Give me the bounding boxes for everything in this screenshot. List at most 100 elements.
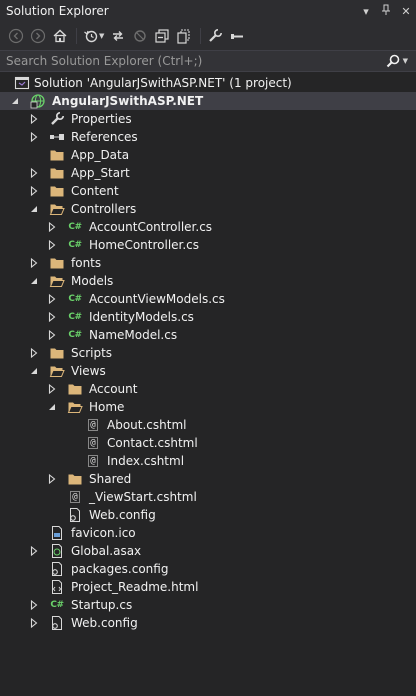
tree-item-label: favicon.ico [71, 526, 136, 540]
search-options-dropdown-icon[interactable]: ▼ [403, 57, 408, 65]
tree-item-accountviewmodels-cs[interactable]: C# AccountViewModels.cs [0, 290, 416, 308]
refresh-icon[interactable] [130, 26, 150, 46]
project-label: AngularJSwithASP.NET [52, 94, 204, 108]
preview-icon[interactable] [227, 26, 247, 46]
collapsed-arrow-icon[interactable] [47, 218, 57, 236]
tree-item-label: _ViewStart.cshtml [89, 490, 197, 504]
collapsed-arrow-icon[interactable] [29, 542, 39, 560]
collapsed-arrow-icon[interactable] [47, 290, 57, 308]
expanded-arrow-icon[interactable] [29, 272, 39, 290]
tree-item-favicon-ico[interactable]: favicon.ico [0, 524, 416, 542]
collapsed-arrow-icon[interactable] [29, 128, 39, 146]
folder-icon [49, 183, 65, 199]
tree-item-account[interactable]: Account [0, 380, 416, 398]
tree-item-label: AccountViewModels.cs [89, 292, 225, 306]
tree-item-label: Project_Readme.html [71, 580, 199, 594]
solution-node[interactable]: Solution 'AngularJSwithASP.NET' (1 proje… [0, 74, 416, 92]
tree-item-label: Shared [89, 472, 132, 486]
tree-item-global-asax[interactable]: Global.asax [0, 542, 416, 560]
tree-item-index-cshtml[interactable]: @ Index.cshtml [0, 452, 416, 470]
tree-item-label: Web.config [89, 508, 156, 522]
properties-icon[interactable] [205, 26, 225, 46]
folder-open-icon [49, 273, 65, 289]
tree-item-models[interactable]: Models [0, 272, 416, 290]
tree-item-label: Web.config [71, 616, 138, 630]
search-icon [386, 54, 399, 68]
expanded-arrow-icon[interactable] [29, 200, 39, 218]
project-node[interactable]: AngularJSwithASP.NET [0, 92, 416, 110]
collapsed-arrow-icon[interactable] [29, 344, 39, 362]
tree-item-homecontroller-cs[interactable]: C# HomeController.cs [0, 236, 416, 254]
collapsed-arrow-icon[interactable] [47, 308, 57, 326]
tree-item-label: Home [89, 400, 125, 414]
collapsed-arrow-icon[interactable] [29, 254, 39, 272]
sync-icon[interactable] [108, 26, 128, 46]
tree-item-references[interactable]: References [0, 128, 416, 146]
tree-item-label: packages.config [71, 562, 169, 576]
folder-open-icon [49, 363, 65, 379]
expanded-arrow-icon[interactable] [10, 92, 20, 110]
tree-item-shared[interactable]: Shared [0, 470, 416, 488]
solution-explorer-panel: Solution Explorer ▾ ✕ ▼ Search Solution … [0, 0, 416, 696]
window-position-dropdown-icon[interactable]: ▾ [360, 5, 372, 18]
tree-item-label: fonts [71, 256, 102, 270]
search-button[interactable]: ▼ [386, 54, 408, 68]
folder-open-icon [49, 201, 65, 217]
tree-item-viewstart-cshtml[interactable]: @ _ViewStart.cshtml [0, 488, 416, 506]
tree-item-contact-cshtml[interactable]: @ Contact.cshtml [0, 434, 416, 452]
collapsed-arrow-icon[interactable] [29, 110, 39, 128]
tree-item-packages-config[interactable]: packages.config [0, 560, 416, 578]
collapsed-arrow-icon[interactable] [29, 596, 39, 614]
tree-item-properties[interactable]: Properties [0, 110, 416, 128]
tree-item-project-readme-html[interactable]: Project_Readme.html [0, 578, 416, 596]
csharp-icon: C# [50, 600, 64, 610]
tree-item-namemodel-cs[interactable]: C# NameModel.cs [0, 326, 416, 344]
collapsed-arrow-icon[interactable] [29, 182, 39, 200]
tree-item-label: Controllers [71, 202, 137, 216]
tree-item-accountcontroller-cs[interactable]: C# AccountController.cs [0, 218, 416, 236]
back-icon[interactable] [6, 26, 26, 46]
collapse-all-icon[interactable] [152, 26, 172, 46]
close-icon[interactable]: ✕ [400, 5, 412, 18]
history-icon[interactable] [81, 26, 101, 46]
tree-item-about-cshtml[interactable]: @ About.cshtml [0, 416, 416, 434]
tree-item-label: App_Data [71, 148, 130, 162]
collapsed-arrow-icon[interactable] [47, 470, 57, 488]
collapsed-arrow-icon[interactable] [29, 164, 39, 182]
config-icon [49, 615, 65, 631]
tree-item-app-start[interactable]: App_Start [0, 164, 416, 182]
tree-item-controllers[interactable]: Controllers [0, 200, 416, 218]
collapsed-arrow-icon[interactable] [29, 614, 39, 632]
home-icon[interactable] [50, 26, 70, 46]
collapsed-arrow-icon[interactable] [47, 236, 57, 254]
forward-icon[interactable] [28, 26, 48, 46]
collapsed-arrow-icon[interactable] [47, 326, 57, 344]
auto-hide-pin-icon[interactable] [380, 4, 392, 19]
tree-item-home[interactable]: Home [0, 398, 416, 416]
tree-item-content[interactable]: Content [0, 182, 416, 200]
tree-item-views[interactable]: Views [0, 362, 416, 380]
folder-icon [49, 345, 65, 361]
csharp-icon: C# [68, 312, 82, 322]
solution-label: Solution 'AngularJSwithASP.NET' (1 proje… [34, 76, 292, 90]
tree-item-web-config[interactable]: Web.config [0, 506, 416, 524]
title-buttons: ▾ ✕ [360, 0, 412, 22]
tree-item-label: Global.asax [71, 544, 142, 558]
tree-item-app-data[interactable]: App_Data [0, 146, 416, 164]
tree-item-label: Account [89, 382, 138, 396]
tree-item-identitymodels-cs[interactable]: C# IdentityModels.cs [0, 308, 416, 326]
history-dropdown-icon[interactable]: ▼ [99, 32, 104, 40]
expanded-arrow-icon[interactable] [47, 398, 57, 416]
tree-item-startup-cs[interactable]: C# Startup.cs [0, 596, 416, 614]
tree-item-scripts[interactable]: Scripts [0, 344, 416, 362]
tree-item-web-config[interactable]: Web.config [0, 614, 416, 632]
expanded-arrow-icon[interactable] [29, 362, 39, 380]
tree-item-label: AccountController.cs [89, 220, 213, 234]
show-all-files-icon[interactable] [174, 26, 194, 46]
razor-icon: @ [88, 419, 98, 431]
collapsed-arrow-icon[interactable] [47, 380, 57, 398]
search-input[interactable] [0, 51, 386, 71]
folder-icon [67, 471, 83, 487]
title-bar: Solution Explorer ▾ ✕ [0, 0, 416, 22]
tree-item-fonts[interactable]: fonts [0, 254, 416, 272]
